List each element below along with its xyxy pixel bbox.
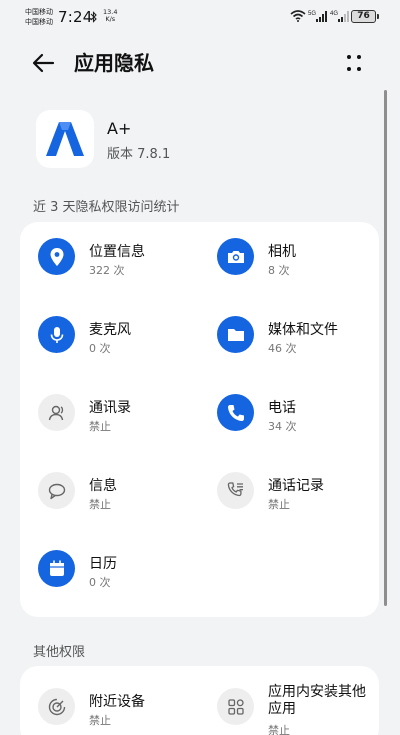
permission-name: 麦克风: [89, 322, 131, 338]
permission-name: 通讯录: [89, 400, 131, 416]
app-logo-icon: [46, 122, 84, 156]
permission-microphone[interactable]: 麦克风 0 次: [38, 308, 208, 360]
install-apps-icon: [217, 688, 254, 725]
recent-access-section-label: 近 3 天隐私权限访问统计: [33, 200, 180, 215]
permission-calendar[interactable]: 日历 0 次: [38, 542, 208, 594]
permission-count: 46 次: [268, 342, 297, 355]
back-arrow-icon: [32, 53, 55, 73]
app-icon: [36, 110, 94, 168]
carrier-1: 中国移动: [25, 8, 53, 16]
permission-location[interactable]: 位置信息 322 次: [38, 230, 208, 282]
status-bar: 中国移动 中国移动 7:24 13.4 K/s 5G 4G 76: [0, 0, 400, 34]
signal-2-label: 4G: [330, 11, 338, 17]
app-version: 版本 7.8.1: [107, 147, 171, 162]
permission-count: 禁止: [89, 498, 111, 511]
signal-5g-icon: 5G: [308, 11, 327, 22]
page-title: 应用隐私: [74, 51, 154, 75]
network-speed: 13.4 K/s: [103, 9, 117, 23]
contacts-icon: [38, 394, 75, 431]
camera-icon: [217, 238, 254, 275]
permission-count: 禁止: [268, 724, 290, 735]
permission-name: 电话: [268, 400, 296, 416]
location-icon: [38, 238, 75, 275]
permission-name: 信息: [89, 478, 117, 494]
phone-icon: [217, 394, 254, 431]
scrollbar[interactable]: [384, 90, 387, 606]
microphone-icon: [38, 316, 75, 353]
permission-install-other-apps[interactable]: 应用内安装其他应用 禁止: [217, 680, 387, 735]
signal-4g-icon: 4G: [330, 11, 349, 22]
battery-indicator: 76: [351, 10, 379, 23]
calendar-icon: [38, 550, 75, 587]
message-icon: [38, 472, 75, 509]
signal-1-label: 5G: [308, 11, 316, 17]
permission-name: 相机: [268, 244, 296, 260]
more-dots-icon: [347, 55, 361, 71]
permission-count: 0 次: [89, 342, 111, 355]
permission-count: 0 次: [89, 576, 111, 589]
folder-icon: [217, 316, 254, 353]
clock: 7:24: [58, 8, 93, 26]
permission-phone[interactable]: 电话 34 次: [217, 386, 387, 438]
permission-camera[interactable]: 相机 8 次: [217, 230, 387, 282]
permission-call-log[interactable]: 通话记录 禁止: [217, 464, 387, 516]
more-options-button[interactable]: [340, 49, 368, 77]
network-speed-unit: K/s: [105, 15, 116, 23]
permission-name: 应用内安装其他应用: [268, 684, 366, 717]
permission-count: 322 次: [89, 264, 125, 277]
permission-name: 媒体和文件: [268, 322, 338, 338]
other-permissions-card: 附近设备 禁止 应用内安装其他应用 禁止: [20, 666, 379, 735]
permission-count: 禁止: [268, 498, 290, 511]
permission-count: 禁止: [89, 420, 111, 433]
back-button[interactable]: [30, 49, 58, 77]
permission-messages[interactable]: 信息 禁止: [38, 464, 208, 516]
permission-count: 禁止: [89, 714, 111, 727]
app-name: A+: [107, 119, 132, 138]
permission-name: 通话记录: [268, 478, 324, 494]
recent-access-card: 位置信息 322 次 相机 8 次 麦克风 0 次 媒体和文件 46 次 通讯录…: [20, 222, 379, 617]
permission-name: 位置信息: [89, 244, 145, 260]
call-log-icon: [217, 472, 254, 509]
bluetooth-icon: [90, 11, 97, 23]
carrier-labels: 中国移动 中国移动: [25, 7, 53, 27]
permission-count: 8 次: [268, 264, 290, 277]
permission-contacts[interactable]: 通讯录 禁止: [38, 386, 208, 438]
carrier-2: 中国移动: [25, 18, 53, 26]
permission-nearby-devices[interactable]: 附近设备 禁止: [38, 680, 208, 732]
permission-media-files[interactable]: 媒体和文件 46 次: [217, 308, 387, 360]
permission-name: 附近设备: [89, 694, 145, 710]
wifi-icon: [290, 10, 306, 22]
nearby-devices-icon: [38, 688, 75, 725]
permission-count: 34 次: [268, 420, 297, 433]
other-permissions-section-label: 其他权限: [33, 645, 86, 660]
permission-name: 日历: [89, 556, 117, 572]
